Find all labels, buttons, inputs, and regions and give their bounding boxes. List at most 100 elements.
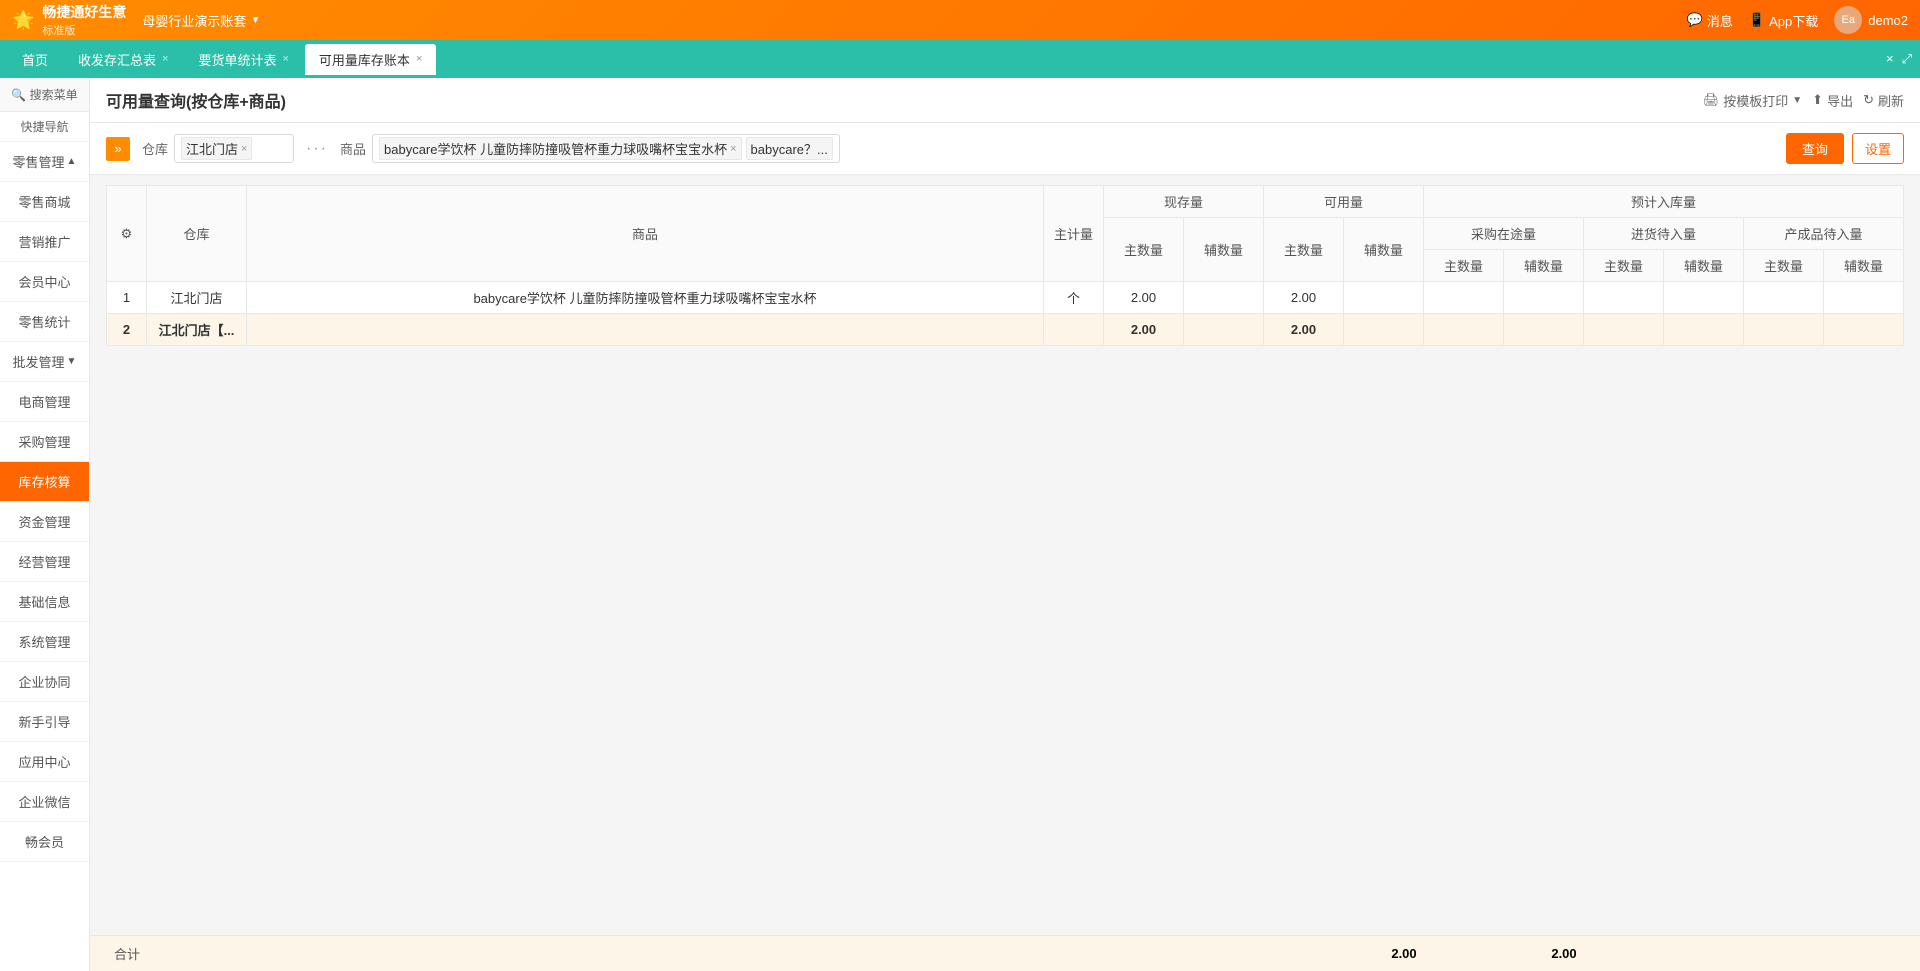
maximize-icon[interactable]: ⤢ [1902, 51, 1912, 67]
gear-icon: ⚙ [121, 226, 133, 241]
tab-order-stats[interactable]: 要货单统计表 × [184, 44, 302, 75]
avatar-initials: Ea [1842, 14, 1855, 26]
th-production-pending: 产成品待入量 [1744, 218, 1904, 250]
th-gear[interactable]: ⚙ [107, 186, 147, 282]
industry-selector-wrapper[interactable]: 母婴行业演示账套 ▼ [142, 11, 260, 30]
sidebar-item-finance-label: 资金管理 [18, 515, 70, 530]
row1-production-main [1744, 282, 1824, 314]
th-purchase-aux: 辅数量 [1504, 250, 1584, 282]
warehouse-filter-input[interactable]: 江北门店 × [174, 134, 294, 163]
page-title: 可用量查询(按仓库+商品) [106, 88, 286, 112]
sidebar-item-new-guide-label: 新手引导 [18, 715, 70, 730]
sidebar-item-member-label: 畅会员 [25, 835, 64, 850]
row2-no: 2 [107, 314, 147, 346]
product-label: 商品 [340, 139, 366, 158]
sidebar-item-retail-stats-label: 零售统计 [18, 315, 70, 330]
settings-button[interactable]: 设置 [1852, 133, 1904, 164]
sidebar-item-retail-mall[interactable]: 零售商城 [0, 182, 89, 222]
main-layout: 🔍 搜索菜单 快捷导航 零售管理 ▲ 零售商城 营销推广 会员中心 零售统计 批… [0, 78, 1920, 971]
th-planned-inbound: 预计入库量 [1424, 186, 1904, 218]
product-filter: 商品 babycare学饮杯 儿童防摔防撞吸管杯重力球吸嘴杯宝宝水杯 × bab… [340, 134, 840, 163]
footer-stock-main: 2.00 [1364, 946, 1444, 961]
row1-purchase-aux [1504, 282, 1584, 314]
expand-arrow-icon: ▲ [67, 156, 77, 167]
sidebar-item-retail-stats[interactable]: 零售统计 [0, 302, 89, 342]
warehouse-tag-close[interactable]: × [241, 143, 247, 155]
top-bar-right: 💬 消息 📱 App下载 Ea demo2 [1687, 6, 1908, 34]
row2-available-aux [1344, 314, 1424, 346]
sidebar-item-member[interactable]: 畅会员 [0, 822, 89, 862]
sidebar-item-ecommerce[interactable]: 电商管理 [0, 382, 89, 422]
tab-receive-summary-close[interactable]: × [162, 53, 168, 65]
product-filter-input[interactable]: babycare学饮杯 儿童防摔防撞吸管杯重力球吸嘴杯宝宝水杯 × babyca… [372, 134, 840, 163]
row1-incoming-main [1584, 282, 1664, 314]
tab-available-stock-label: 可用量库存账本 [319, 50, 410, 69]
tab-available-stock-close[interactable]: × [416, 53, 422, 65]
th-purchase-transit: 采购在途量 [1424, 218, 1584, 250]
sidebar-search[interactable]: 🔍 搜索菜单 [0, 78, 89, 112]
export-btn[interactable]: ⬆ 导出 [1812, 91, 1853, 110]
tab-home[interactable]: 首页 [8, 44, 62, 75]
row1-no: 1 [107, 282, 147, 314]
tab-order-stats-close[interactable]: × [282, 53, 288, 65]
row2-incoming-aux [1664, 314, 1744, 346]
close-window-icon[interactable]: × [1886, 51, 1894, 67]
th-available: 可用量 [1264, 186, 1424, 218]
sidebar-item-app-center[interactable]: 应用中心 [0, 742, 89, 782]
filter-area: » 仓库 江北门店 × ··· 商品 babycare学饮杯 儿童防摔防撞吸管杯… [90, 123, 1920, 175]
sidebar-item-new-guide[interactable]: 新手引导 [0, 702, 89, 742]
app-download-label: App下载 [1769, 11, 1818, 30]
user-avatar-wrapper[interactable]: Ea demo2 [1834, 6, 1908, 34]
sidebar-item-system[interactable]: 系统管理 [0, 622, 89, 662]
th-available-main: 主数量 [1264, 218, 1344, 282]
sidebar-item-purchase[interactable]: 采购管理 [0, 422, 89, 462]
refresh-btn[interactable]: ↻ 刷新 [1863, 91, 1904, 110]
message-btn[interactable]: 💬 消息 [1687, 11, 1733, 30]
row1-goods: babycare学饮杯 儿童防摔防撞吸管杯重力球吸嘴杯宝宝水杯 [247, 282, 1044, 314]
expand-icon: » [114, 141, 121, 156]
sidebar-item-enterprise-collab[interactable]: 企业协同 [0, 662, 89, 702]
sidebar-item-inventory[interactable]: 库存核算 [0, 462, 89, 502]
search-menu-label[interactable]: 🔍 搜索菜单 [8, 86, 81, 103]
table-row: 1 江北门店 babycare学饮杯 儿童防摔防撞吸管杯重力球吸嘴杯宝宝水杯 个… [107, 282, 1904, 314]
row2-purchase-aux [1504, 314, 1584, 346]
product-tag-2-label: babycare？... [751, 139, 828, 158]
query-button[interactable]: 查询 [1786, 133, 1844, 164]
footer-label: 合计 [106, 944, 140, 963]
sidebar-item-member-center[interactable]: 会员中心 [0, 262, 89, 302]
th-main-unit: 主计量 [1044, 186, 1104, 282]
product-tag-2: babycare？... [746, 137, 833, 160]
sidebar-item-batch-mgmt[interactable]: 批发管理 ▼ [0, 342, 89, 382]
export-icon: ⬆ [1812, 92, 1823, 108]
sidebar-item-basic-info[interactable]: 基础信息 [0, 582, 89, 622]
sidebar-item-marketing-label: 营销推广 [18, 235, 70, 250]
app-download-btn[interactable]: 📱 App下载 [1749, 11, 1818, 30]
tab-available-stock[interactable]: 可用量库存账本 × [305, 44, 436, 75]
row2-warehouse: 江北门店【... [147, 314, 247, 346]
warehouse-ellipsis[interactable]: ··· [306, 140, 328, 158]
sidebar-item-marketing[interactable]: 营销推广 [0, 222, 89, 262]
sidebar-item-enterprise-wechat-label: 企业微信 [18, 795, 70, 810]
sidebar-item-operations[interactable]: 经营管理 [0, 542, 89, 582]
th-goods: 商品 [247, 186, 1044, 282]
product-tag-1-close[interactable]: × [730, 143, 736, 155]
expand-filter-btn[interactable]: » [106, 137, 130, 161]
row2-unit [1044, 314, 1104, 346]
row1-available-aux [1344, 282, 1424, 314]
th-purchase-main: 主数量 [1424, 250, 1504, 282]
sidebar-item-ecommerce-label: 电商管理 [18, 395, 70, 410]
template-print-btn[interactable]: 🖨 按模板打印 ▼ [1703, 91, 1802, 110]
row1-available-main: 2.00 [1264, 282, 1344, 314]
sidebar-item-enterprise-wechat[interactable]: 企业微信 [0, 782, 89, 822]
sidebar-item-retail-mgmt[interactable]: 零售管理 ▲ [0, 142, 89, 182]
sidebar-quick-nav[interactable]: 快捷导航 [0, 112, 89, 142]
sidebar-item-finance[interactable]: 资金管理 [0, 502, 89, 542]
warehouse-tag: 江北门店 × [181, 137, 252, 160]
sidebar-item-inventory-label: 库存核算 [18, 475, 70, 490]
sidebar-item-member-center-label: 会员中心 [18, 275, 70, 290]
row1-warehouse: 江北门店 [147, 282, 247, 314]
tab-receive-summary[interactable]: 收发存汇总表 × [64, 44, 182, 75]
row2-purchase-main [1424, 314, 1504, 346]
table-footer: 合计 2.00 2.00 [90, 935, 1920, 971]
content-area: 可用量查询(按仓库+商品) 🖨 按模板打印 ▼ ⬆ 导出 ↻ 刷新 [90, 78, 1920, 971]
